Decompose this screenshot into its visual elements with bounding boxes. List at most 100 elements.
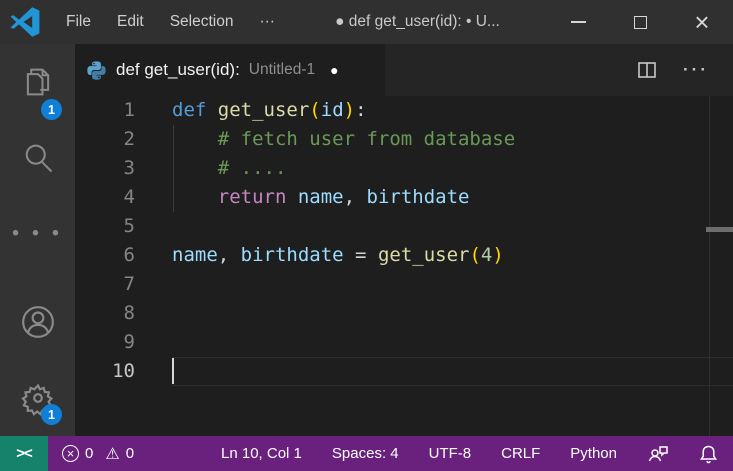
activitybar-search[interactable]: [0, 120, 75, 196]
code-token: ,: [217, 244, 241, 266]
tab-untitled-1[interactable]: def get_user(id): Untitled-1 ●: [75, 44, 385, 96]
code-text: # ....: [135, 154, 287, 183]
line-number[interactable]: 7: [75, 270, 135, 299]
feedback-icon[interactable]: [647, 444, 669, 464]
code-token: :: [355, 99, 367, 121]
cursor-position-status[interactable]: Ln 10, Col 1: [221, 445, 302, 462]
code-line[interactable]: 7: [75, 270, 733, 299]
code-text: name, birthdate = get_user(4): [135, 241, 504, 270]
vscode-logo-icon: [10, 7, 40, 37]
split-editor-icon[interactable]: [638, 62, 656, 78]
line-number[interactable]: 3: [75, 154, 135, 183]
remote-indicator[interactable]: ><: [0, 436, 48, 471]
code-text: return name, birthdate: [135, 183, 470, 212]
menu-selection[interactable]: Selection: [157, 9, 247, 35]
code-token: (: [469, 244, 481, 266]
files-icon: [26, 68, 49, 96]
indent-guide: [173, 154, 174, 183]
code-token: get_user: [217, 99, 310, 121]
code-lines: 1 def get_user(id): 2 # fetch user from da…: [75, 96, 733, 386]
window-controls: ×: [547, 0, 733, 44]
code-editor[interactable]: 1 def get_user(id): 2 # fetch user from da…: [75, 96, 733, 436]
indentation-status[interactable]: Spaces: 4: [332, 445, 399, 462]
menu-file[interactable]: File: [53, 9, 104, 35]
indent-guide: [173, 125, 174, 154]
activity-bar: 1 • • • 1: [0, 44, 75, 436]
problems-status[interactable]: × 0 ⚠ 0: [48, 444, 144, 464]
code-text: def get_user(id):: [135, 96, 367, 125]
code-token: # ....: [172, 157, 287, 179]
code-line[interactable]: 9: [75, 328, 733, 357]
account-icon: [21, 306, 54, 338]
search-icon: [25, 144, 52, 173]
notifications-bell-icon[interactable]: [699, 444, 718, 464]
code-token: return: [217, 186, 287, 208]
line-number[interactable]: 8: [75, 299, 135, 328]
code-line[interactable]: 10: [75, 357, 733, 386]
editor-actions: ···: [638, 44, 733, 96]
more-actions-icon[interactable]: ···: [683, 60, 709, 80]
eol-status[interactable]: CRLF: [501, 445, 540, 462]
current-line-highlight: [172, 357, 733, 386]
maximize-button[interactable]: [609, 0, 671, 44]
close-icon: ×: [694, 7, 710, 37]
explorer-badge: 1: [41, 99, 62, 120]
errors-icon: ×: [62, 445, 79, 462]
activitybar-settings[interactable]: 1: [0, 360, 75, 436]
text-cursor: [172, 358, 174, 384]
code-line[interactable]: 6 name, birthdate = get_user(4): [75, 241, 733, 270]
scrollbar-marker[interactable]: [706, 227, 733, 232]
line-number[interactable]: 6: [75, 241, 135, 270]
code-token: =: [343, 244, 378, 266]
code-line[interactable]: 4 return name, birthdate: [75, 183, 733, 212]
encoding-status[interactable]: UTF-8: [429, 445, 472, 462]
activitybar-explorer[interactable]: 1: [0, 44, 75, 120]
code-line[interactable]: 5: [75, 212, 733, 241]
line-number[interactable]: 2: [75, 125, 135, 154]
settings-badge: 1: [41, 404, 62, 425]
status-bar-right: Ln 10, Col 1 Spaces: 4 UTF-8 CRLF Python: [221, 444, 733, 464]
language-mode-status[interactable]: Python: [570, 445, 617, 462]
code-token: get_user: [377, 244, 470, 266]
code-token: id: [320, 99, 344, 121]
tab-label: def get_user(id):: [116, 60, 240, 79]
code-token: # fetch user from database: [172, 128, 516, 150]
line-number[interactable]: 10: [75, 357, 135, 386]
minimize-button[interactable]: [547, 0, 609, 44]
code-line[interactable]: 2 # fetch user from database: [75, 125, 733, 154]
line-number[interactable]: 5: [75, 212, 135, 241]
line-number[interactable]: 9: [75, 328, 135, 357]
tab-dirty-indicator[interactable]: ●: [330, 62, 338, 78]
code-line[interactable]: 3 # ....: [75, 154, 733, 183]
menu-edit[interactable]: Edit: [104, 9, 157, 35]
code-token: ): [343, 99, 356, 121]
code-token: ,: [343, 186, 367, 208]
window-title: ● def get_user(id): • U...: [335, 13, 500, 30]
warnings-count: 0: [125, 445, 135, 462]
line-number[interactable]: 4: [75, 183, 135, 212]
ellipsis-icon: • • •: [12, 223, 63, 244]
code-line[interactable]: 1 def get_user(id):: [75, 96, 733, 125]
activitybar-accounts[interactable]: [0, 284, 75, 360]
code-line[interactable]: 8: [75, 299, 733, 328]
line-number[interactable]: 1: [75, 96, 135, 125]
code-token: name: [172, 244, 218, 266]
minimize-icon: [570, 21, 586, 23]
code-token: birthdate: [240, 244, 344, 266]
remote-icon: ><: [16, 445, 33, 462]
menu-bar: File Edit Selection ···: [53, 9, 288, 35]
indent-guide: [173, 183, 174, 212]
close-button[interactable]: ×: [671, 0, 733, 44]
code-token: ): [492, 244, 504, 266]
overview-ruler-border: [709, 96, 710, 436]
code-token: birthdate: [366, 186, 470, 208]
activitybar-more[interactable]: • • •: [0, 196, 75, 272]
menu-overflow[interactable]: ···: [246, 9, 288, 35]
